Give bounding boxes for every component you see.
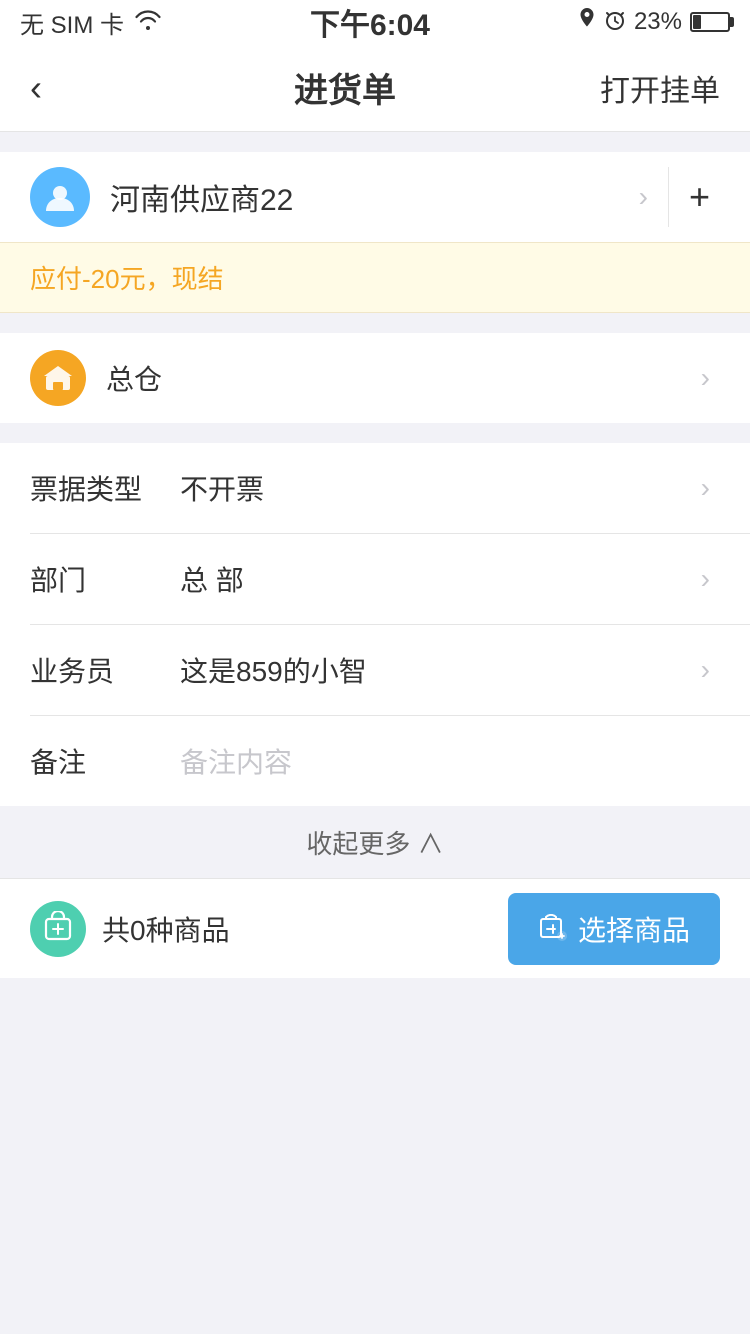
add-supplier-button[interactable]: + (679, 176, 720, 218)
product-count-icon (30, 901, 86, 957)
supplier-card: 河南供应商22 › + 应付-20元，现结 (0, 152, 750, 313)
supplier-chevron-icon: › (639, 181, 648, 213)
warehouse-chevron-icon: › (701, 362, 710, 394)
carrier-label: 无 SIM 卡 (20, 5, 124, 40)
battery-percent: 23% (634, 8, 682, 36)
dept-value: 总 部 (180, 559, 701, 599)
dept-chevron-icon: › (701, 563, 710, 595)
warehouse-icon (30, 350, 86, 406)
location-icon (578, 8, 596, 37)
staff-row[interactable]: 业务员 这是859的小智 › (0, 625, 750, 715)
warehouse-card: 总仓 › (0, 333, 750, 423)
remark-row[interactable]: 备注 备注内容 (0, 716, 750, 806)
warehouse-row[interactable]: 总仓 › (0, 333, 750, 423)
status-right: 23% (578, 8, 730, 37)
select-product-label: 选择商品 (578, 909, 690, 949)
notice-text: 应付-20元，现结 (30, 264, 224, 294)
dept-label: 部门 (30, 559, 160, 599)
dept-row[interactable]: 部门 总 部 › (0, 534, 750, 624)
section-gap-1 (0, 132, 750, 152)
section-gap-3 (0, 423, 750, 443)
bill-type-label: 票据类型 (30, 468, 160, 508)
remark-label: 备注 (30, 741, 160, 781)
collapse-text: 收起更多 ∧ (306, 824, 443, 861)
product-count-text: 共0种商品 (102, 909, 508, 949)
select-product-button[interactable]: 选择商品 (508, 893, 720, 965)
bill-type-row[interactable]: 票据类型 不开票 › (0, 443, 750, 533)
staff-chevron-icon: › (701, 654, 710, 686)
back-button[interactable]: ‹ (30, 67, 90, 109)
supplier-avatar (30, 167, 90, 227)
warehouse-name: 总仓 (106, 358, 701, 398)
staff-value: 这是859的小智 (180, 650, 701, 690)
staff-label: 业务员 (30, 650, 160, 690)
notice-bar: 应付-20元，现结 (0, 242, 750, 313)
battery-icon (690, 12, 730, 32)
section-gap-2 (0, 313, 750, 333)
status-time: 下午6:04 (310, 0, 430, 44)
form-card: 票据类型 不开票 › 部门 总 部 › 业务员 这是859的小智 › 备注 备注… (0, 443, 750, 806)
remark-input[interactable]: 备注内容 (180, 741, 720, 781)
supplier-name: 河南供应商22 (110, 175, 639, 219)
collapse-bar[interactable]: 收起更多 ∧ (0, 806, 750, 878)
open-pending-button[interactable]: 打开挂单 (600, 66, 720, 110)
supplier-row[interactable]: 河南供应商22 › + (0, 152, 750, 242)
nav-bar: ‹ 进货单 打开挂单 (0, 44, 750, 132)
page: 无 SIM 卡 下午6:04 (0, 0, 750, 1334)
alarm-icon (604, 8, 626, 37)
bottom-bar: 共0种商品 选择商品 (0, 878, 750, 978)
status-left: 无 SIM 卡 (20, 5, 162, 40)
vertical-divider (668, 167, 669, 227)
bill-type-value: 不开票 (180, 468, 701, 508)
wifi-icon (134, 8, 162, 37)
status-bar: 无 SIM 卡 下午6:04 (0, 0, 750, 44)
bill-type-chevron-icon: › (701, 472, 710, 504)
page-title: 进货单 (294, 63, 396, 112)
